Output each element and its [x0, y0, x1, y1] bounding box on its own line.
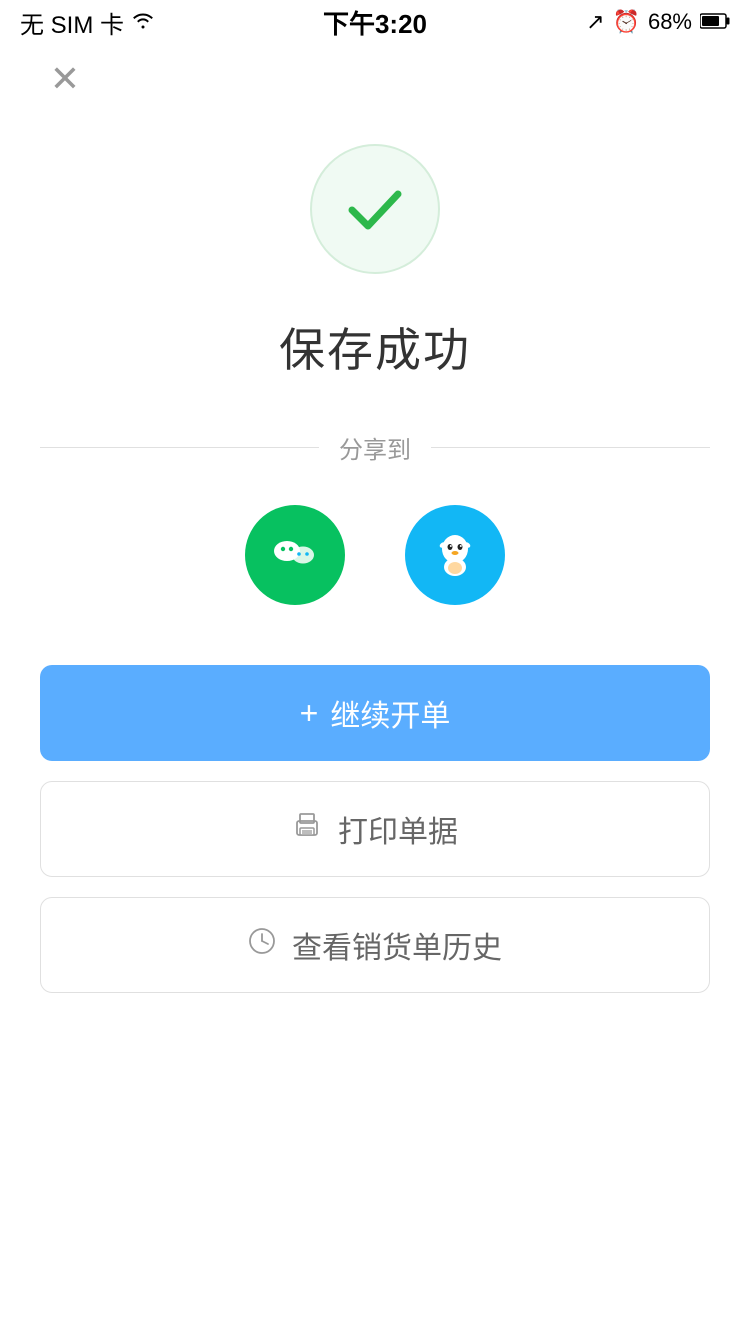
wechat-share-button[interactable]: [245, 505, 345, 605]
share-icons: [40, 505, 710, 605]
history-label: 查看销货单历史: [292, 923, 502, 967]
main-content: 保存成功 分享到: [0, 44, 750, 993]
printer-icon: [292, 811, 322, 847]
success-title: 保存成功: [279, 314, 471, 380]
divider-left: [40, 447, 319, 448]
status-left: 无 SIM 卡: [20, 5, 154, 40]
plus-icon: +: [300, 695, 319, 732]
sim-label: 无 SIM 卡: [20, 5, 124, 40]
wechat-icon: [267, 527, 323, 583]
print-button[interactable]: 打印单据: [40, 781, 710, 877]
share-section: 分享到: [0, 430, 750, 665]
success-circle: [310, 144, 440, 274]
continue-button[interactable]: + 继续开单: [40, 665, 710, 761]
print-label: 打印单据: [338, 807, 458, 851]
share-label: 分享到: [339, 430, 411, 465]
divider-right: [431, 447, 710, 448]
action-buttons: + 继续开单 打印单据: [0, 665, 750, 993]
clock-icon: [248, 927, 276, 963]
qq-share-button[interactable]: [405, 505, 505, 605]
status-bar: 无 SIM 卡 下午3:20 ↗ ⏰ 68%: [0, 0, 750, 44]
wifi-icon: [132, 8, 154, 36]
location-icon: ↗: [586, 9, 604, 35]
qq-icon: [427, 527, 483, 583]
history-button[interactable]: 查看销货单历史: [40, 897, 710, 993]
status-right: ↗ ⏰ 68%: [586, 9, 730, 35]
battery-icon: [700, 9, 730, 35]
alarm-icon: ⏰: [613, 9, 640, 35]
status-time: 下午3:20: [323, 4, 427, 41]
continue-label: 继续开单: [330, 691, 450, 735]
share-divider: 分享到: [40, 430, 710, 465]
battery-label: 68%: [648, 9, 692, 35]
close-icon: ✕: [50, 61, 80, 97]
checkmark-icon: [340, 174, 410, 244]
close-button[interactable]: ✕: [40, 54, 90, 104]
